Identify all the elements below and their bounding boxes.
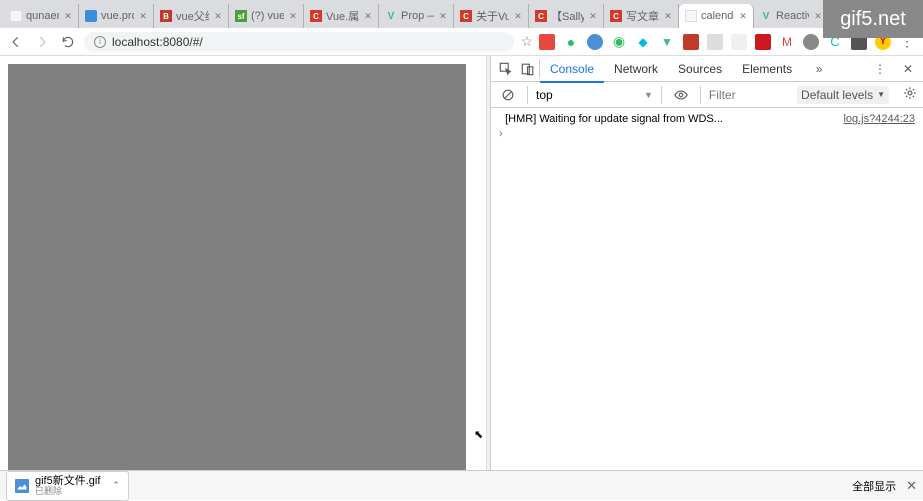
address-bar: i ☆ ● ◉ ◆ ▼ M C Y ⋮ [0,28,923,56]
console-prompt[interactable]: › [491,126,923,142]
tab-title: vue父组 [176,8,209,24]
close-tab-icon[interactable]: ✕ [588,11,598,21]
log-source-link[interactable]: log.js?4244:23 [843,113,915,125]
browser-tab[interactable]: qunaer ✕ [4,4,79,28]
ext-icon-9[interactable] [731,34,747,50]
browser-tab[interactable]: CVue.属性✕ [304,4,379,28]
console-context-select[interactable] [536,88,636,102]
ext-icon-1[interactable] [539,34,555,50]
live-expression-icon[interactable] [670,84,692,106]
console-filter-input[interactable] [709,88,769,102]
reload-button[interactable] [58,32,78,52]
devtools-tab-elements[interactable]: Elements [732,56,802,82]
content-area: ConsoleNetworkSourcesElements » ⋮ ✕ ▼ De… [0,56,923,470]
console-log[interactable]: [HMR] Waiting for update signal from WDS… [491,108,923,470]
close-tab-icon[interactable]: ✕ [513,11,523,21]
close-tab-icon[interactable]: ✕ [813,11,823,21]
log-message: [HMR] Waiting for update signal from WDS… [499,113,843,125]
browser-tab[interactable]: VProp —✕ [379,4,454,28]
browser-tabstrip: qunaer✕vue.prop✕Bvue父组✕sf(?) vue.j✕CVue.… [0,0,923,28]
ext-icon-youtube[interactable] [755,34,771,50]
devtools-kebab-icon[interactable]: ⋮ [869,58,891,80]
close-tab-icon[interactable]: ✕ [363,11,373,21]
devtools-tab-sources[interactable]: Sources [668,56,732,82]
ext-icon-evernote[interactable]: ● [563,34,579,50]
ext-icon-7[interactable] [683,34,699,50]
ext-icon-8[interactable] [707,34,723,50]
tab-title: 写文章 - C [626,8,659,24]
close-tab-icon[interactable]: ✕ [63,11,73,21]
forward-button[interactable] [32,32,52,52]
downloads-bar: gif5新文件.gif 已删除 ⌃ 全部显示 ✕ [0,470,923,500]
devtools-tabbar: ConsoleNetworkSourcesElements » ⋮ ✕ [491,56,923,82]
tab-title: 关于Vue [476,8,509,24]
browser-tab[interactable]: vue.prop ✕ [79,4,154,28]
browser-tab[interactable]: C写文章 - C✕ [604,4,679,28]
url-input[interactable] [112,35,504,49]
tab-title: vue.prop [101,10,134,22]
ext-icon-gmail[interactable]: M [779,34,795,50]
ext-icon-4[interactable]: ◉ [611,34,627,50]
download-filename: gif5新文件.gif [35,475,100,487]
inspect-element-icon[interactable] [495,58,517,80]
log-levels-select[interactable]: Default levels ▼ [797,86,889,104]
log-levels-label: Default levels [801,88,873,102]
tab-title: (?) vue.j [251,10,284,22]
browser-tab[interactable]: sf(?) vue.j✕ [229,4,304,28]
close-tab-icon[interactable]: ✕ [138,11,148,21]
star-icon[interactable]: ☆ [520,33,533,50]
device-toolbar-icon[interactable] [517,58,539,80]
download-status: 已删除 [35,487,100,497]
devtools-tab-console[interactable]: Console [540,56,604,82]
ext-icon-12[interactable] [803,34,819,50]
tab-title: Reactivi [776,10,809,22]
url-box[interactable]: i [84,32,514,52]
show-all-downloads-link[interactable]: 全部显示 [852,478,896,494]
close-tab-icon[interactable]: ✕ [663,11,673,21]
mouse-cursor-icon: ⬉ [474,428,483,441]
browser-tab[interactable]: VReactivi✕ [754,4,829,28]
devtools-close-icon[interactable]: ✕ [897,58,919,80]
download-item[interactable]: gif5新文件.gif 已删除 ⌃ [6,471,129,501]
browser-tab[interactable]: C【Sallyw✕ [529,4,604,28]
browser-tab[interactable]: Bvue父组✕ [154,4,229,28]
back-button[interactable] [6,32,26,52]
tab-title: Vue.属性 [326,8,359,24]
devtools-panel: ConsoleNetworkSourcesElements » ⋮ ✕ ▼ De… [490,56,923,470]
close-tab-icon[interactable]: ✕ [438,11,448,21]
devtools-tab-network[interactable]: Network [604,56,668,82]
tab-title: calender [701,10,734,22]
tab-title: Prop — [401,10,434,22]
tab-title: 【Sallyw [551,8,584,24]
page-content [8,64,466,470]
log-entry: [HMR] Waiting for update signal from WDS… [491,112,923,126]
close-downloads-bar-icon[interactable]: ✕ [906,478,917,494]
image-file-icon [15,479,29,493]
close-tab-icon[interactable]: ✕ [213,11,223,21]
chevron-down-icon: ▼ [877,90,885,99]
ext-icon-vue[interactable]: ▼ [659,34,675,50]
console-toolbar: ▼ Default levels ▼ [491,82,923,108]
watermark: gif5.net [823,0,923,38]
chevron-up-icon[interactable]: ⌃ [112,480,120,491]
ext-icon-3[interactable] [587,34,603,50]
chevron-down-icon: ▼ [644,90,653,100]
browser-tab[interactable]: calender ✕ [679,4,754,28]
devtools-more-tabs-icon[interactable]: » [808,58,830,80]
tab-title: qunaer [26,10,59,22]
close-tab-icon[interactable]: ✕ [738,11,748,21]
clear-console-icon[interactable] [497,84,519,106]
browser-tab[interactable]: C关于Vue✕ [454,4,529,28]
ext-icon-5[interactable]: ◆ [635,34,651,50]
site-info-icon[interactable]: i [94,36,106,48]
close-tab-icon[interactable]: ✕ [288,11,298,21]
page-viewport[interactable] [0,56,486,470]
console-settings-icon[interactable] [903,86,917,103]
